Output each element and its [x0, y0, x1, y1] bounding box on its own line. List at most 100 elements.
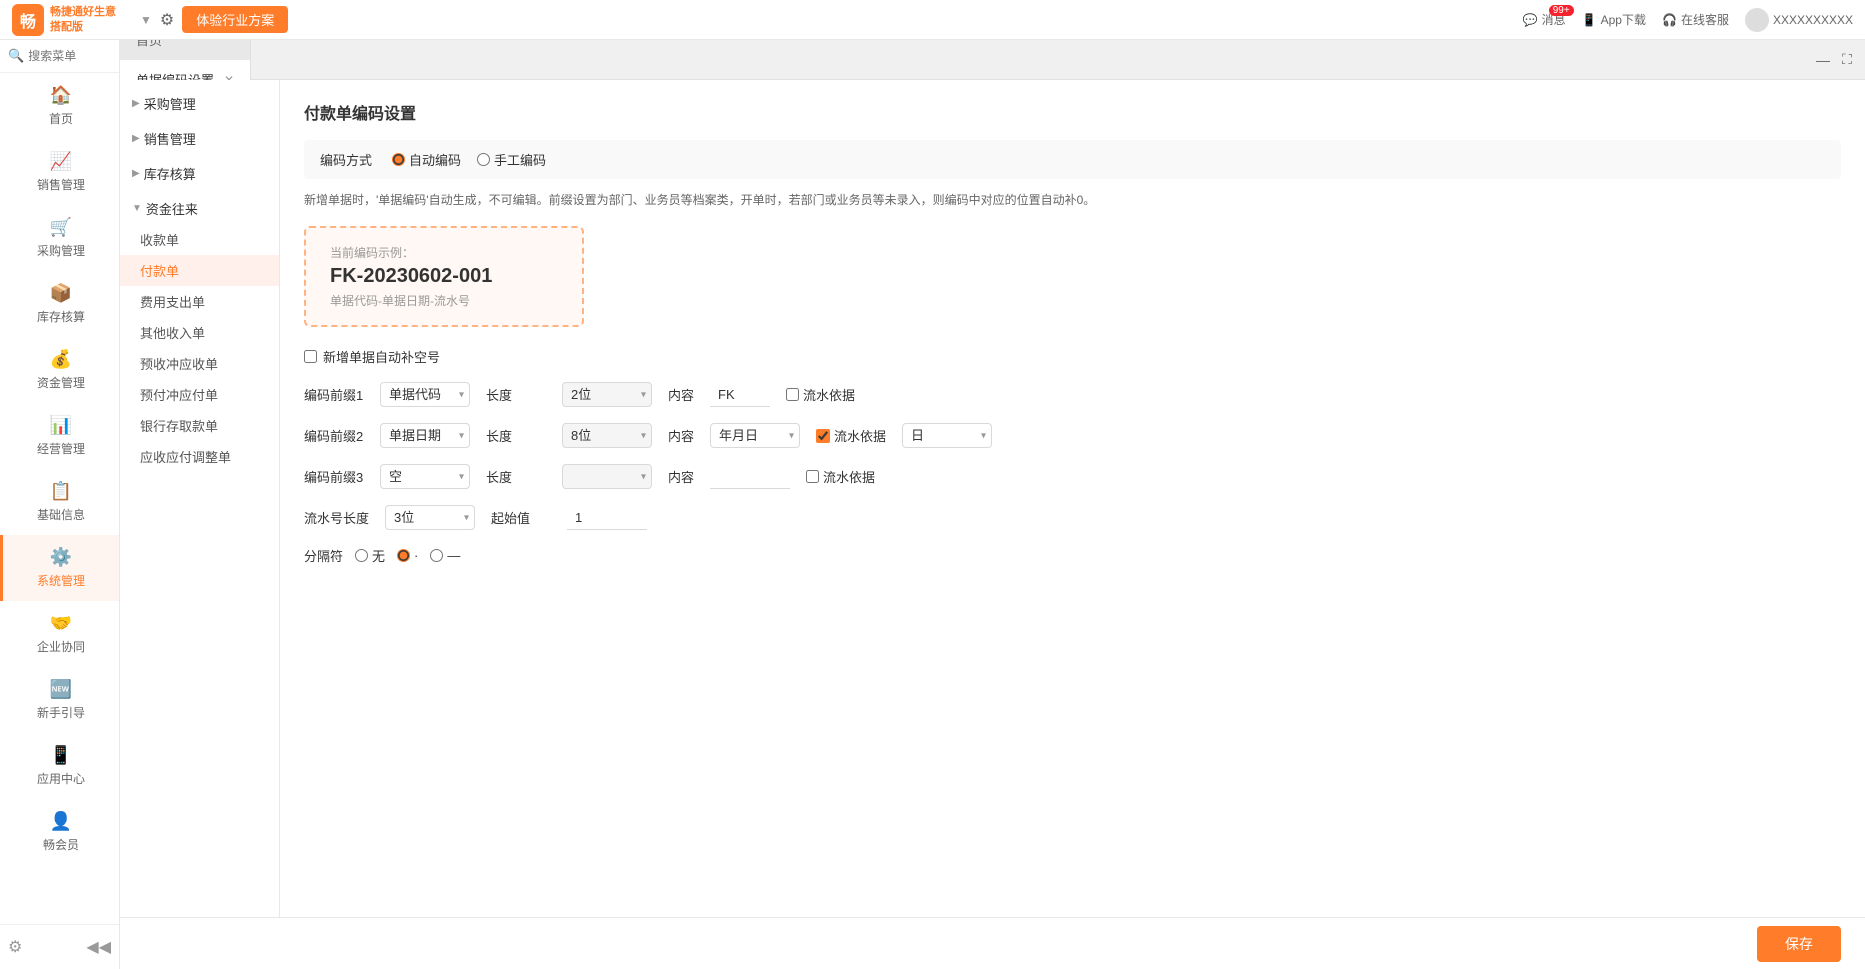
prefix3-stream-checkbox[interactable]: [806, 470, 819, 483]
sidebar-item-finance[interactable]: 💰资金管理: [0, 337, 119, 403]
encode-mode-label: 编码方式: [320, 150, 372, 169]
prefix1-stream-depend[interactable]: 流水依据: [786, 385, 855, 404]
collapse-icon[interactable]: ◀◀: [86, 937, 111, 957]
nav-group-funds-label: 资金往来: [146, 199, 198, 218]
app-download-label: App下载: [1601, 11, 1646, 28]
prefix2-length-select-wrapper: 8位: [562, 423, 652, 448]
prefix3-length-select[interactable]: [562, 464, 652, 489]
nav-item-advance-payable[interactable]: 预付冲应付单: [120, 379, 279, 410]
prefix2-length-select[interactable]: 8位: [562, 423, 652, 448]
prefix1-select[interactable]: 单据代码: [380, 382, 470, 407]
sep-dash-radio[interactable]: [430, 549, 443, 562]
base-icon: 📋: [50, 481, 72, 502]
prefix3-length-label: 长度: [486, 467, 546, 486]
manual-encode-option[interactable]: 手工编码: [477, 150, 546, 169]
trial-button[interactable]: 体验行业方案: [182, 6, 288, 33]
sidebar-item-home[interactable]: 🏠首页: [0, 73, 119, 139]
prefix1-content-input[interactable]: [710, 383, 770, 407]
nav-item-payment[interactable]: 付款单: [120, 255, 279, 286]
prefix3-content-input[interactable]: [710, 465, 790, 489]
prefix3-stream-depend[interactable]: 流水依据: [806, 467, 875, 486]
prefix2-stream-day-select[interactable]: 日: [902, 423, 992, 448]
sidebar-item-purchase[interactable]: 🛒采购管理: [0, 205, 119, 271]
nav-item-expense[interactable]: 费用支出单: [120, 286, 279, 317]
serial-row: 流水号长度 3位 起始值: [304, 505, 1841, 530]
prefix2-content-select-wrapper: 年月日: [710, 423, 800, 448]
prefix3-stream-label: 流水依据: [823, 467, 875, 486]
sidebar-search-area[interactable]: 🔍: [0, 40, 119, 73]
nav-group-funds-title[interactable]: ▼ 资金往来: [120, 193, 279, 224]
online-service-label: 在线客服: [1681, 11, 1729, 28]
auto-encode-radio[interactable]: [392, 153, 405, 166]
sep-none-option[interactable]: 无: [355, 546, 385, 565]
auto-fill-checkbox[interactable]: [304, 350, 317, 363]
prefix2-select[interactable]: 单据日期: [380, 423, 470, 448]
serial-length-label: 流水号长度: [304, 508, 369, 527]
prefix3-length-select-wrapper: [562, 464, 652, 489]
nav-group-sales-title[interactable]: ▶ 销售管理: [120, 123, 279, 154]
sidebar-item-operations[interactable]: 📊经营管理: [0, 403, 119, 469]
prefix1-content-label: 内容: [668, 385, 694, 404]
prefix2-select-wrapper: 单据日期: [380, 423, 470, 448]
sidebar-item-partner[interactable]: 🤝企业协同: [0, 601, 119, 667]
radio-group: 自动编码 手工编码: [392, 150, 546, 169]
nav-group-purchase-title[interactable]: ▶ 采购管理: [120, 88, 279, 119]
prefix1-row: 编码前缀1 单据代码 长度 2位 内容: [304, 382, 1841, 407]
settings-icon[interactable]: ⚙: [160, 10, 174, 30]
sidebar-item-member[interactable]: 👤畅会员: [0, 799, 119, 865]
right-content: 付款单编码设置 编码方式 自动编码 手工编码: [280, 80, 1865, 917]
prefix2-row: 编码前缀2 单据日期 长度 8位 内容: [304, 423, 1841, 448]
top-bar-right: 💬 消息 99+ 📱 App下载 🎧 在线客服 XXXXXXXXXX: [1523, 8, 1853, 32]
nav-item-receipts[interactable]: 收款单: [120, 224, 279, 255]
prefix2-content-select[interactable]: 年月日: [710, 423, 800, 448]
separator-row: 分隔符 无 · —: [304, 546, 1841, 565]
nav-item-bank-deposit[interactable]: 银行存取款单: [120, 410, 279, 441]
nav-group-inventory-title[interactable]: ▶ 库存核算: [120, 158, 279, 189]
sidebar-item-sales[interactable]: 📈销售管理: [0, 139, 119, 205]
message-area[interactable]: 💬 消息 99+: [1523, 11, 1566, 28]
prefix2-stream-depend[interactable]: 流水依据: [816, 426, 886, 445]
start-value-label: 起始值: [491, 508, 551, 527]
settings-footer-icon[interactable]: ⚙: [8, 937, 22, 957]
sidebar-item-guide[interactable]: 🆕新手引导: [0, 667, 119, 733]
nav-item-advance-receivable[interactable]: 预收冲应收单: [120, 348, 279, 379]
sidebar-item-base[interactable]: 📋基础信息: [0, 469, 119, 535]
prefix1-length-select[interactable]: 2位: [562, 382, 652, 407]
auto-fill-row: 新增单据自动补空号: [304, 347, 1841, 366]
sep-dot-option[interactable]: ·: [397, 548, 418, 563]
tab-home[interactable]: 首页: [120, 40, 251, 60]
app-download-area[interactable]: 📱 App下载: [1582, 11, 1646, 28]
user-area[interactable]: XXXXXXXXXX: [1745, 8, 1853, 32]
start-value-input[interactable]: [567, 506, 647, 530]
sep-dash-option[interactable]: —: [430, 548, 460, 563]
main-wrapper: 🔍 🏠首页📈销售管理🛒采购管理📦库存核算💰资金管理📊经营管理📋基础信息⚙️系统管…: [0, 40, 1865, 969]
prefix2-length-label: 长度: [486, 426, 546, 445]
inventory-icon: 📦: [50, 283, 72, 304]
content-wrapper: 首页单据编码设置✕ — ⛶ ▶ 采购管理 ▶ 销售管理: [120, 40, 1865, 969]
prefix2-content-label: 内容: [668, 426, 694, 445]
tab-maximize[interactable]: ⛶: [1837, 50, 1857, 70]
arrow-icon: ▶: [132, 98, 140, 109]
message-badge: 99+: [1549, 5, 1574, 16]
sidebar-item-system[interactable]: ⚙️系统管理: [0, 535, 119, 601]
nav-arrow[interactable]: ▼: [140, 13, 152, 27]
sep-dot-radio[interactable]: [397, 549, 410, 562]
sidebar-item-apps[interactable]: 📱应用中心: [0, 733, 119, 799]
auto-encode-option[interactable]: 自动编码: [392, 150, 461, 169]
message-icon: 💬: [1523, 13, 1538, 27]
nav-item-other-income[interactable]: 其他收入单: [120, 317, 279, 348]
prefix2-stream-checkbox[interactable]: [816, 429, 830, 443]
manual-encode-radio[interactable]: [477, 153, 490, 166]
nav-item-receivable-adjust[interactable]: 应收应付调整单: [120, 441, 279, 472]
prefix1-select-wrapper: 单据代码: [380, 382, 470, 407]
online-service-area[interactable]: 🎧 在线客服: [1662, 11, 1729, 28]
tab-minimize[interactable]: —: [1813, 50, 1833, 70]
sidebar-item-inventory[interactable]: 📦库存核算: [0, 271, 119, 337]
code-preview-box: 当前编码示例： FK-20230602-001 单据代码-单据日期-流水号: [304, 226, 584, 327]
serial-length-select[interactable]: 3位: [385, 505, 475, 530]
sep-none-radio[interactable]: [355, 549, 368, 562]
search-input[interactable]: [28, 49, 98, 63]
save-button[interactable]: 保存: [1757, 926, 1841, 962]
prefix1-stream-checkbox[interactable]: [786, 388, 799, 401]
prefix3-select[interactable]: 空: [380, 464, 470, 489]
